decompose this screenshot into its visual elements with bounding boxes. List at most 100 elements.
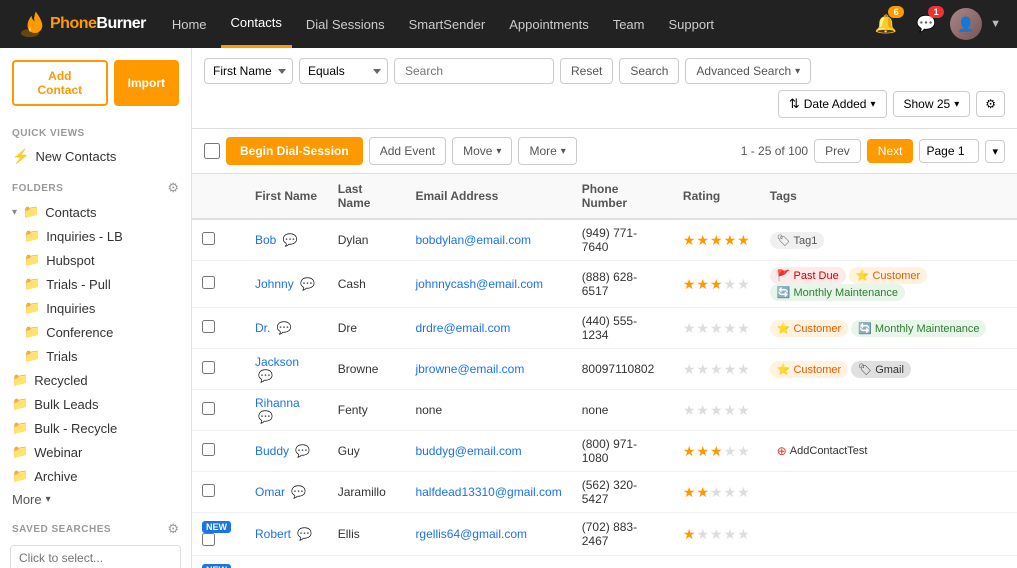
- next-page-button[interactable]: Next: [867, 139, 914, 163]
- sidebar-folder-archive[interactable]: 📁 Archive: [0, 464, 191, 488]
- sidebar-item-new-contacts[interactable]: ⚡ New Contacts: [0, 143, 191, 170]
- contact-first-name-link[interactable]: Johnny: [255, 277, 294, 291]
- email-link[interactable]: halfdead13310@gmail.com: [415, 485, 561, 499]
- show-button[interactable]: Show 25 ▾: [893, 91, 971, 117]
- nav-team[interactable]: Team: [603, 0, 655, 48]
- sidebar-folder-conference[interactable]: 📁 Conference: [0, 320, 191, 344]
- sidebar-folder-inquiries[interactable]: 📁 Inquiries: [0, 296, 191, 320]
- saved-search-input[interactable]: [11, 546, 181, 568]
- comment-icon[interactable]: 💬: [283, 233, 298, 247]
- nav-support[interactable]: Support: [659, 0, 725, 48]
- tag: 🏷 Gmail: [851, 361, 911, 378]
- contact-first-name-link[interactable]: Jackson: [255, 355, 299, 369]
- row-checkbox[interactable]: [202, 276, 215, 289]
- first-name-cell: Jackson 💬: [245, 349, 328, 390]
- star-2: ★: [696, 276, 709, 293]
- email-link[interactable]: drdre@email.com: [415, 321, 510, 335]
- contact-first-name-link[interactable]: Omar: [255, 485, 285, 499]
- comment-icon[interactable]: 💬: [291, 485, 306, 499]
- first-name-cell: Buddy 💬: [245, 431, 328, 472]
- comment-icon[interactable]: 💬: [300, 277, 315, 291]
- advanced-search-button[interactable]: Advanced Search ▾: [685, 58, 811, 84]
- email-link[interactable]: johnnycash@email.com: [415, 277, 543, 291]
- saved-searches-gear-icon[interactable]: ⚙: [167, 521, 179, 537]
- sidebar-folder-contacts[interactable]: ▾ 📁 Contacts: [0, 200, 191, 224]
- email-cell: buddyg@email.com: [405, 431, 571, 472]
- comment-icon[interactable]: 💬: [295, 444, 310, 458]
- col-last-name[interactable]: Last Name: [328, 174, 406, 219]
- sidebar-folder-recycled[interactable]: 📁 Recycled: [0, 368, 191, 392]
- page-input[interactable]: [919, 139, 979, 163]
- folders-gear-icon[interactable]: ⚙: [167, 180, 179, 196]
- comment-icon[interactable]: 💬: [277, 321, 292, 335]
- add-contact-button[interactable]: Add Contact: [12, 60, 108, 106]
- row-checkbox[interactable]: [202, 533, 215, 546]
- reset-button[interactable]: Reset: [560, 58, 613, 84]
- sidebar-folder-bulk-leads[interactable]: 📁 Bulk Leads: [0, 392, 191, 416]
- row-checkbox[interactable]: [202, 232, 215, 245]
- page-arrow-button[interactable]: ▾: [985, 140, 1005, 163]
- select-all-checkbox[interactable]: [204, 143, 220, 159]
- contact-first-name-link[interactable]: Rihanna: [255, 396, 300, 410]
- contact-first-name-link[interactable]: Buddy: [255, 444, 289, 458]
- sidebar-folder-hubspot[interactable]: 📁 Hubspot: [0, 248, 191, 272]
- nav-home[interactable]: Home: [162, 0, 217, 48]
- import-button[interactable]: Import: [114, 60, 179, 106]
- sidebar-more-button[interactable]: More ▾: [0, 488, 191, 511]
- col-phone[interactable]: Phone Number: [572, 174, 673, 219]
- row-checkbox[interactable]: [202, 402, 215, 415]
- row-checkbox[interactable]: [202, 320, 215, 333]
- folder-icon: 📁: [24, 228, 40, 244]
- sidebar-folder-bulk-recycle[interactable]: 📁 Bulk - Recycle: [0, 416, 191, 440]
- flash-icon: ⚡: [12, 148, 29, 165]
- sidebar-folder-inquiries-lb[interactable]: 📁 Inquiries - LB: [0, 224, 191, 248]
- nav-appointments[interactable]: Appointments: [499, 0, 599, 48]
- nav-smartsender[interactable]: SmartSender: [399, 0, 496, 48]
- filter-operator-select[interactable]: Equals Contains Starts With: [299, 58, 388, 84]
- col-tags[interactable]: Tags: [760, 174, 1017, 219]
- email-cell: jbrowne@email.com: [405, 349, 571, 390]
- avatar-dropdown-arrow[interactable]: ▼: [990, 18, 1001, 30]
- filter-field-select[interactable]: First Name Last Name Email Phone: [204, 58, 293, 84]
- row-checkbox[interactable]: [202, 484, 215, 497]
- notifications-button[interactable]: 🔔 6: [870, 8, 902, 40]
- email-link[interactable]: rgellis64@gmail.com: [415, 527, 527, 541]
- last-name-cell: Browne: [328, 349, 406, 390]
- table-row: Johnny 💬 Cash johnnycash@email.com (888)…: [192, 261, 1017, 308]
- more-actions-button[interactable]: More ▾: [518, 137, 576, 165]
- table-settings-button[interactable]: ⚙: [976, 91, 1005, 117]
- add-event-button[interactable]: Add Event: [369, 137, 446, 165]
- col-rating[interactable]: Rating: [673, 174, 760, 219]
- sort-button[interactable]: ⇅ Date Added ▾: [778, 90, 887, 118]
- row-checkbox[interactable]: [202, 443, 215, 456]
- sidebar-folder-webinar[interactable]: 📁 Webinar: [0, 440, 191, 464]
- saved-search-select[interactable]: ▾: [10, 545, 181, 568]
- col-first-name[interactable]: First Name: [245, 174, 328, 219]
- logo[interactable]: PhoneBurner: [16, 10, 146, 38]
- sidebar-folder-trials[interactable]: 📁 Trials: [0, 344, 191, 368]
- messages-button[interactable]: 💬 1: [910, 8, 942, 40]
- avatar[interactable]: 👤: [950, 8, 982, 40]
- prev-page-button[interactable]: Prev: [814, 139, 861, 163]
- comment-icon[interactable]: 💬: [258, 410, 273, 424]
- email-link[interactable]: jbrowne@email.com: [415, 362, 524, 376]
- email-link[interactable]: bobdylan@email.com: [415, 233, 531, 247]
- row-checkbox[interactable]: [202, 361, 215, 374]
- contact-first-name-link[interactable]: Robert: [255, 527, 291, 541]
- main-layout: Add Contact Import QUICK VIEWS ⚡ New Con…: [0, 48, 1017, 568]
- comment-icon[interactable]: 💬: [258, 369, 273, 383]
- email-link[interactable]: buddyg@email.com: [415, 444, 521, 458]
- search-button[interactable]: Search: [619, 58, 679, 84]
- begin-dial-session-button[interactable]: Begin Dial-Session: [226, 137, 363, 165]
- nav-dial-sessions[interactable]: Dial Sessions: [296, 0, 395, 48]
- comment-icon[interactable]: 💬: [297, 527, 312, 541]
- sort-arrow-icon: ▾: [870, 99, 875, 110]
- nav-contacts[interactable]: Contacts: [221, 0, 292, 48]
- filter-search-input[interactable]: [394, 58, 554, 84]
- phone-cell: (440) 555-1234: [572, 308, 673, 349]
- contact-first-name-link[interactable]: Dr.: [255, 321, 270, 335]
- sidebar-folder-trials-pull[interactable]: 📁 Trials - Pull: [0, 272, 191, 296]
- move-button[interactable]: Move ▾: [452, 137, 512, 165]
- contact-first-name-link[interactable]: Bob: [255, 233, 276, 247]
- col-email[interactable]: Email Address: [405, 174, 571, 219]
